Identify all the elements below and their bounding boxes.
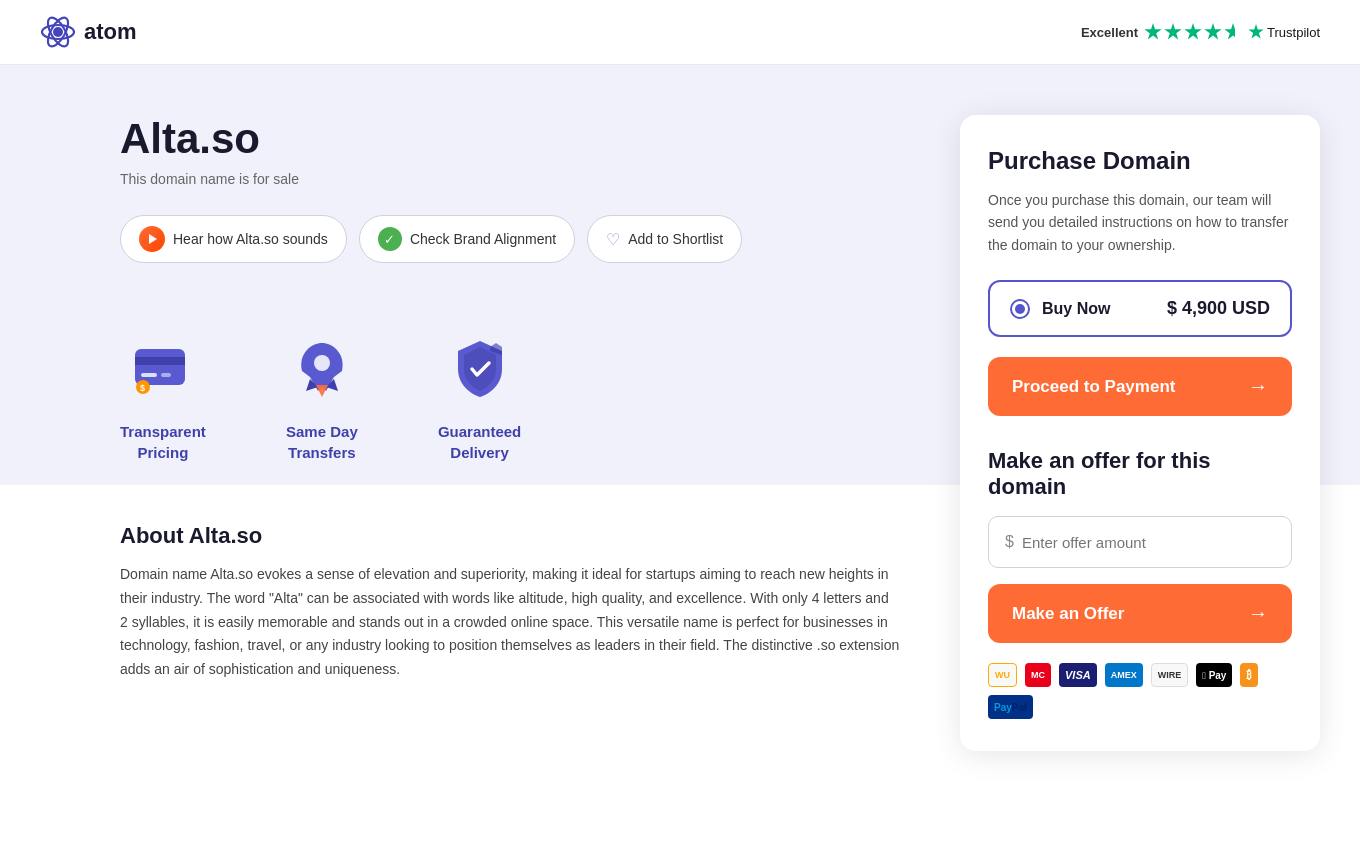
purchase-card-description: Once you purchase this domain, our team … bbox=[988, 189, 1292, 256]
domain-subtitle: This domain name is for sale bbox=[120, 171, 900, 187]
purchase-card: Purchase Domain Once you purchase this d… bbox=[960, 115, 1320, 751]
feature-transparent-pricing: $ Transparent Pricing bbox=[120, 333, 206, 463]
svg-rect-6 bbox=[141, 373, 157, 377]
features-section: $ Transparent Pricing bbox=[120, 323, 900, 463]
rocket-icon-wrap bbox=[286, 333, 358, 405]
header: atom Excellent Trustpilot bbox=[0, 0, 1360, 65]
atom-logo-icon bbox=[40, 14, 76, 50]
buy-now-option[interactable]: Buy Now $ 4,900 USD bbox=[988, 280, 1292, 337]
shield-icon bbox=[446, 335, 514, 403]
rocket-icon bbox=[288, 335, 356, 403]
feature-guaranteed-delivery: Guaranteed Delivery bbox=[438, 333, 521, 463]
feature-same-day-transfers: Same Day Transfers bbox=[286, 333, 358, 463]
billing-icon: $ bbox=[129, 335, 197, 403]
trustpilot-brand: Trustpilot bbox=[1248, 24, 1320, 40]
trustpilot-stars bbox=[1144, 23, 1242, 41]
about-text: Domain name Alta.so evokes a sense of el… bbox=[120, 563, 900, 682]
make-offer-button[interactable]: Make an Offer → bbox=[988, 584, 1292, 643]
dollar-sign-icon: $ bbox=[1005, 533, 1014, 551]
svg-rect-7 bbox=[161, 373, 171, 377]
payment-mastercard: MC bbox=[1025, 663, 1051, 687]
offer-title: Make an offer for this domain bbox=[988, 448, 1292, 500]
payment-wire: WIRE bbox=[1151, 663, 1189, 687]
payment-visa: VISA bbox=[1059, 663, 1097, 687]
about-title: About Alta.so bbox=[120, 523, 900, 549]
svg-point-10 bbox=[314, 355, 330, 371]
heart-icon: ♡ bbox=[606, 230, 620, 249]
add-shortlist-label: Add to Shortlist bbox=[628, 231, 723, 247]
logo[interactable]: atom bbox=[40, 14, 137, 50]
buy-now-label: Buy Now bbox=[1042, 300, 1110, 318]
proceed-to-payment-button[interactable]: Proceed to Payment → bbox=[988, 357, 1292, 416]
radio-button-selected bbox=[1010, 299, 1030, 319]
arrow-right-icon: → bbox=[1248, 375, 1268, 398]
proceed-button-label: Proceed to Payment bbox=[1012, 377, 1175, 397]
check-brand-button[interactable]: ✓ Check Brand Alignment bbox=[359, 215, 575, 263]
about-section: About Alta.so Domain name Alta.so evokes… bbox=[120, 523, 900, 682]
add-shortlist-button[interactable]: ♡ Add to Shortlist bbox=[587, 215, 742, 263]
offer-amount-input[interactable] bbox=[1022, 534, 1275, 551]
check-icon: ✓ bbox=[378, 227, 402, 251]
buy-option-left: Buy Now bbox=[1010, 299, 1110, 319]
offer-input-wrap: $ bbox=[988, 516, 1292, 568]
same-day-transfers-label: Same Day Transfers bbox=[286, 421, 358, 463]
hear-sounds-button[interactable]: Hear how Alta.so sounds bbox=[120, 215, 347, 263]
guaranteed-delivery-label: Guaranteed Delivery bbox=[438, 421, 521, 463]
billing-icon-wrap: $ bbox=[127, 333, 199, 405]
payment-western-union: WU bbox=[988, 663, 1017, 687]
buy-now-price: $ 4,900 USD bbox=[1167, 298, 1270, 319]
svg-text:$: $ bbox=[140, 383, 145, 393]
transparent-pricing-label: Transparent Pricing bbox=[120, 421, 206, 463]
main-content: Alta.so This domain name is for sale Hea… bbox=[0, 65, 1360, 859]
right-panel: Purchase Domain Once you purchase this d… bbox=[940, 65, 1360, 859]
payment-amex: AMEX bbox=[1105, 663, 1143, 687]
shield-icon-wrap bbox=[444, 333, 516, 405]
make-offer-arrow-icon: → bbox=[1248, 602, 1268, 625]
logo-text: atom bbox=[84, 19, 137, 45]
check-brand-label: Check Brand Alignment bbox=[410, 231, 556, 247]
trustpilot-label: Excellent bbox=[1081, 25, 1138, 40]
hear-sounds-label: Hear how Alta.so sounds bbox=[173, 231, 328, 247]
domain-title: Alta.so bbox=[120, 115, 900, 163]
svg-point-0 bbox=[53, 27, 63, 37]
svg-rect-5 bbox=[135, 357, 185, 365]
payment-apple-pay:  Pay bbox=[1196, 663, 1232, 687]
left-panel: Alta.so This domain name is for sale Hea… bbox=[0, 65, 940, 859]
trustpilot-widget: Excellent Trustpilot bbox=[1081, 23, 1320, 41]
svg-rect-4 bbox=[135, 349, 185, 385]
play-triangle bbox=[149, 234, 157, 244]
make-offer-label: Make an Offer bbox=[1012, 604, 1124, 624]
radio-inner bbox=[1015, 304, 1025, 314]
payment-paypal: PayPal bbox=[988, 695, 1033, 719]
payment-bitcoin: ₿ bbox=[1240, 663, 1258, 687]
play-icon bbox=[139, 226, 165, 252]
action-buttons: Hear how Alta.so sounds ✓ Check Brand Al… bbox=[120, 215, 900, 263]
payment-methods: WU MC VISA AMEX WIRE  Pay ₿ PayPal bbox=[988, 663, 1292, 719]
purchase-card-title: Purchase Domain bbox=[988, 147, 1292, 175]
